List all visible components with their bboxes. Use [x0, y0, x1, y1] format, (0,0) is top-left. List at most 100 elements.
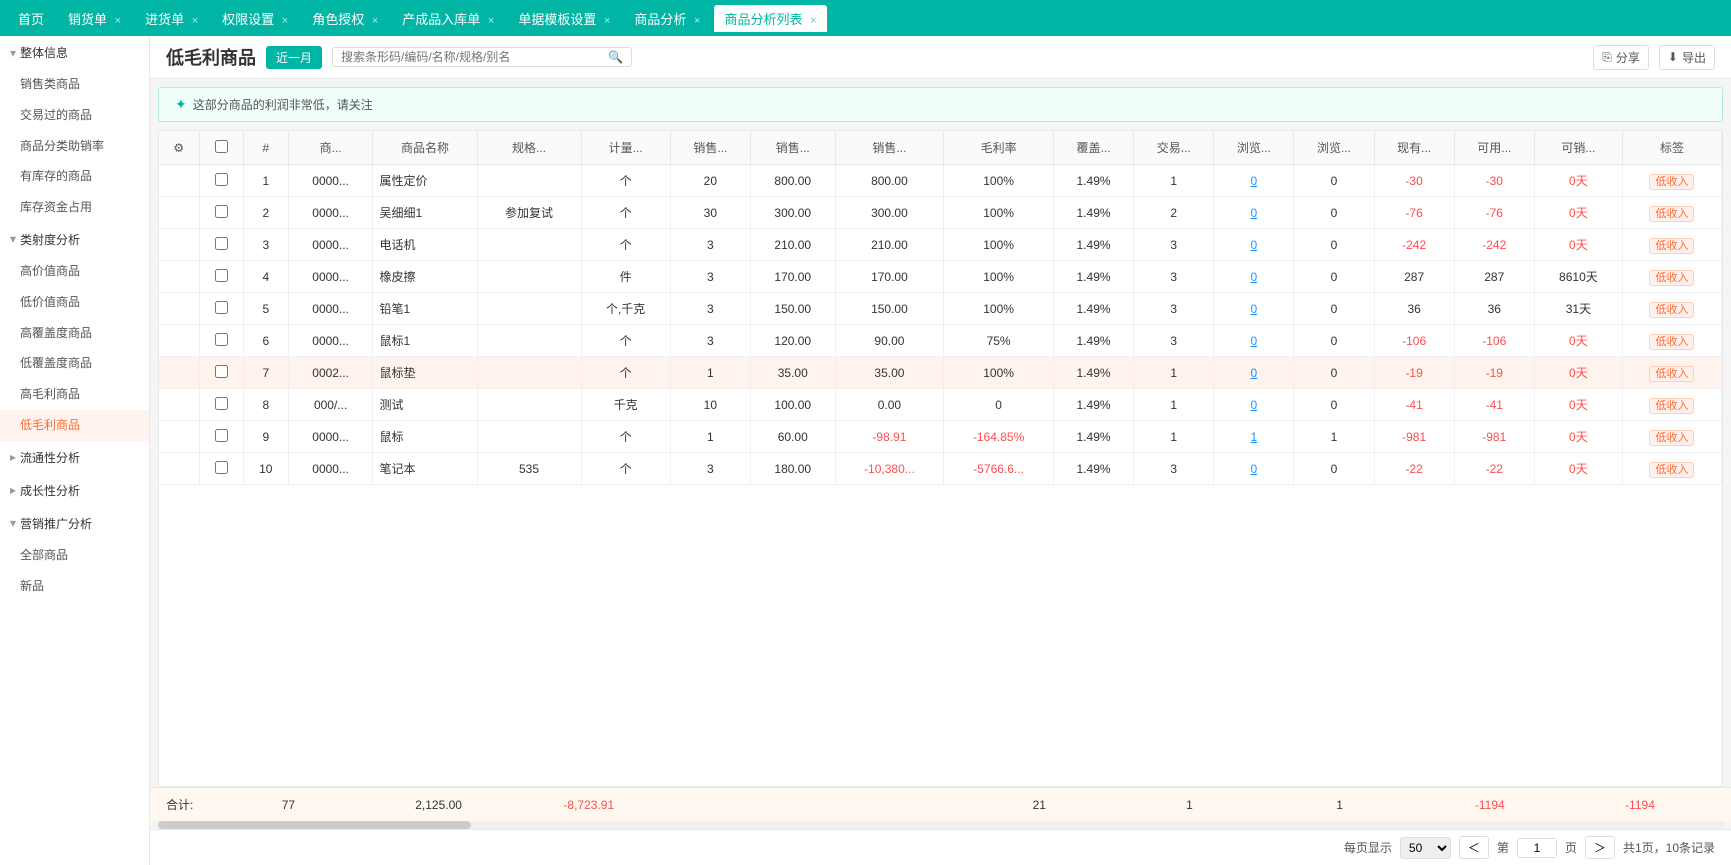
search-icon[interactable]: 🔍 [608, 50, 623, 64]
row-checkbox[interactable] [215, 173, 228, 186]
nav-home[interactable]: 首页 [8, 5, 54, 32]
row-checkbox[interactable] [215, 461, 228, 474]
sidebar-item-traded-goods[interactable]: 交易过的商品 [0, 100, 149, 131]
row-checkbox-cell[interactable] [199, 229, 243, 261]
sidebar-item-sales-goods[interactable]: 销售类商品 [0, 69, 149, 100]
col-sale-amount-header[interactable]: 销售... [835, 131, 944, 165]
sidebar-group-growth[interactable]: ▸ 成长性分析 [0, 474, 149, 507]
row-checkbox[interactable] [215, 397, 228, 410]
sidebar-group-category[interactable]: ▾ 类射度分析 [0, 223, 149, 256]
sidebar-item-stocked-goods[interactable]: 有库存的商品 [0, 161, 149, 192]
row-checkbox-cell[interactable] [199, 453, 243, 485]
page-size-select[interactable]: 50 100 [1400, 837, 1451, 859]
sidebar-item-low-margin[interactable]: 低毛利商品 [0, 410, 149, 441]
row-name: 鼠标1 [373, 325, 477, 357]
row-checkbox[interactable] [215, 269, 228, 282]
sidebar-item-all-goods[interactable]: 全部商品 [0, 540, 149, 571]
nav-analysis-close-icon[interactable]: × [694, 15, 700, 27]
col-current-header[interactable]: 现有... [1374, 131, 1454, 165]
settings-icon[interactable]: ⚙ [173, 141, 184, 155]
nav-purchase-close-icon[interactable]: × [192, 15, 198, 27]
nav-role-close-icon[interactable]: × [372, 15, 378, 27]
col-spec-header[interactable]: 规格... [477, 131, 581, 165]
sidebar-item-high-value[interactable]: 高价值商品 [0, 256, 149, 287]
sidebar-group-circulation[interactable]: ▸ 流通性分析 [0, 441, 149, 474]
sidebar-item-new-goods[interactable]: 新品 [0, 571, 149, 602]
row-checkbox-cell[interactable] [199, 421, 243, 453]
row-checkbox-cell[interactable] [199, 197, 243, 229]
col-unit-header[interactable]: 计量... [581, 131, 670, 165]
col-available-header[interactable]: 可用... [1454, 131, 1534, 165]
nav-template-settings[interactable]: 单据模板设置 × [508, 5, 620, 32]
sidebar-item-low-coverage[interactable]: 低覆盖度商品 [0, 348, 149, 379]
nav-purchase-order[interactable]: 进货单 × [135, 5, 208, 32]
nav-product-analysis-list[interactable]: 商品分析列表 × [714, 5, 826, 32]
col-tag-header[interactable]: 标签 [1622, 131, 1721, 165]
row-sale-price: 180.00 [750, 453, 835, 485]
nav-product-inbound[interactable]: 产成品入库单 × [392, 5, 504, 32]
sidebar-item-high-coverage[interactable]: 高覆盖度商品 [0, 318, 149, 349]
row-browse1: 0 [1214, 325, 1294, 357]
table-header-row: ⚙ # 商... 商品名称 规格... 计量... 销售... 销售... 销售… [159, 131, 1722, 165]
col-cover-rate-header[interactable]: 覆盖... [1053, 131, 1133, 165]
row-checkbox-cell[interactable] [199, 261, 243, 293]
col-name-header[interactable]: 商品名称 [373, 131, 477, 165]
col-sale-price-header[interactable]: 销售... [750, 131, 835, 165]
row-current: -106 [1374, 325, 1454, 357]
row-checkbox[interactable] [215, 365, 228, 378]
export-icon: ⬇ [1668, 50, 1678, 64]
col-browse1-header[interactable]: 浏览... [1214, 131, 1294, 165]
col-browse2-header[interactable]: 浏览... [1294, 131, 1374, 165]
nav-product-close-icon[interactable]: × [488, 15, 494, 27]
row-checkbox[interactable] [215, 237, 228, 250]
data-table-wrapper[interactable]: ⚙ # 商... 商品名称 规格... 计量... 销售... 销售... 销售… [158, 130, 1723, 787]
row-checkbox-cell[interactable] [199, 357, 243, 389]
row-checkbox-cell[interactable] [199, 293, 243, 325]
nav-permissions-close-icon[interactable]: × [282, 15, 288, 27]
row-trade: 3 [1134, 453, 1214, 485]
nav-role-auth[interactable]: 角色授权 × [302, 5, 388, 32]
next-page-button[interactable]: ＞ [1585, 836, 1615, 859]
current-page-input[interactable] [1517, 838, 1557, 858]
sidebar-item-high-margin[interactable]: 高毛利商品 [0, 379, 149, 410]
row-checkbox-cell[interactable] [199, 325, 243, 357]
nav-product-analysis[interactable]: 商品分析 × [624, 5, 710, 32]
sidebar-group-marketing[interactable]: ▾ 营销推广分析 [0, 507, 149, 540]
prev-page-button[interactable]: ＜ [1459, 836, 1489, 859]
export-button[interactable]: ⬇ 导出 [1659, 45, 1715, 70]
sidebar-item-category-rate[interactable]: 商品分类助销率 [0, 131, 149, 162]
row-checkbox-cell[interactable] [199, 165, 243, 197]
scrollbar-thumb[interactable] [158, 821, 471, 829]
row-checkbox-cell[interactable] [199, 389, 243, 421]
nav-permissions[interactable]: 权限设置 × [212, 5, 298, 32]
row-checkbox[interactable] [215, 301, 228, 314]
row-available: 36 [1454, 293, 1534, 325]
col-sellable-header[interactable]: 可销... [1534, 131, 1622, 165]
nav-analysis-list-close-icon[interactable]: × [810, 15, 816, 27]
search-input[interactable] [341, 50, 608, 64]
share-button[interactable]: ⎘ 分享 [1593, 45, 1649, 70]
col-trade-header[interactable]: 交易... [1134, 131, 1214, 165]
select-all-checkbox[interactable] [215, 140, 228, 153]
nav-sales-order[interactable]: 销货单 × [58, 5, 131, 32]
row-code: 0000... [288, 229, 373, 261]
nav-sales-close-icon[interactable]: × [115, 15, 121, 27]
col-checkbox-header[interactable] [199, 131, 243, 165]
row-checkbox[interactable] [215, 429, 228, 442]
row-checkbox[interactable] [215, 205, 228, 218]
col-gross-rate-header[interactable]: 毛利率 [944, 131, 1054, 165]
nav-template-close-icon[interactable]: × [604, 15, 610, 27]
row-checkbox[interactable] [215, 333, 228, 346]
sidebar-item-low-value[interactable]: 低价值商品 [0, 287, 149, 318]
row-sale-qty: 1 [670, 421, 750, 453]
col-sale-qty-header[interactable]: 销售... [670, 131, 750, 165]
sidebar-item-inventory-capital[interactable]: 库存资金占用 [0, 192, 149, 223]
row-unit: 个 [581, 165, 670, 197]
sidebar-group-overview[interactable]: ▾ 整体信息 [0, 36, 149, 69]
horizontal-scrollbar[interactable] [158, 821, 1723, 829]
share-icon: ⎘ [1602, 50, 1612, 65]
col-settings-header[interactable]: ⚙ [159, 131, 199, 165]
row-trade: 1 [1134, 421, 1214, 453]
col-code-header[interactable]: 商... [288, 131, 373, 165]
filter-recent-month-button[interactable]: 近一月 [266, 46, 322, 69]
